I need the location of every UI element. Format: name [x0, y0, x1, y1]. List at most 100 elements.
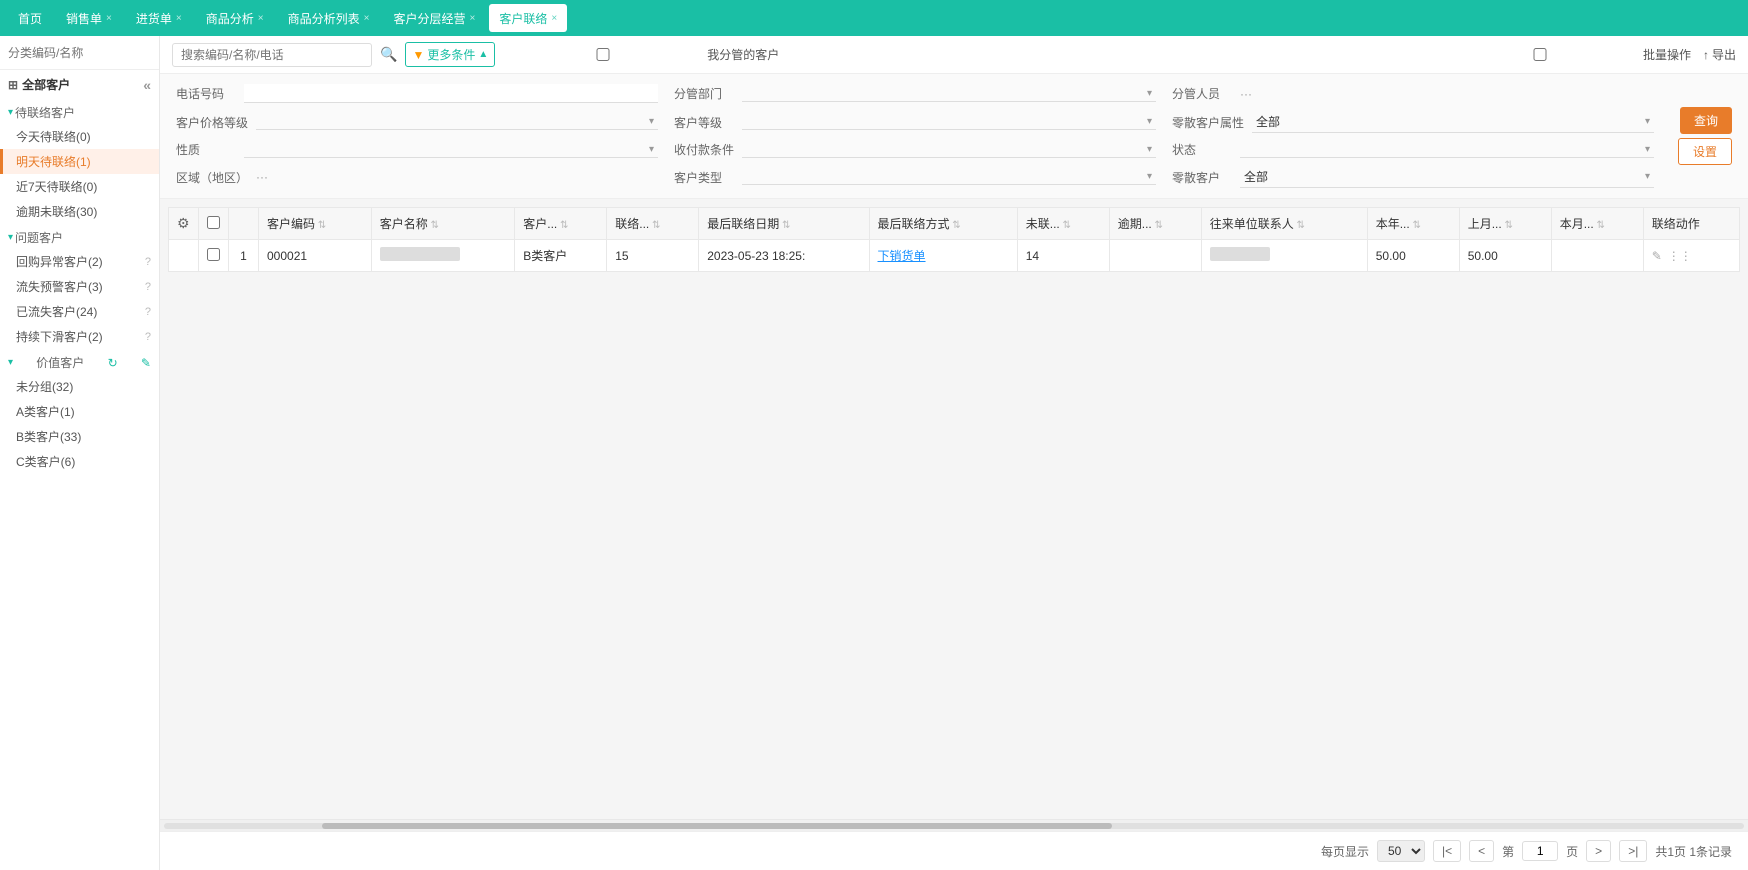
tab-product-list-close[interactable]: × [364, 13, 370, 24]
group-pending-contact[interactable]: 待联络客户 [0, 99, 159, 124]
sidebar-item-class-b[interactable]: B类客户(33) [0, 424, 159, 449]
nature-select[interactable]: ▾ [244, 142, 658, 158]
col-overdue-header[interactable]: 逾期... [1109, 208, 1201, 240]
sidebar-search-input[interactable] [8, 46, 160, 60]
my-customer-checkbox[interactable] [503, 48, 703, 61]
nav-tab-product-analysis[interactable]: 商品分析 × [196, 4, 274, 32]
batch-action-button[interactable]: 批量操作 [1440, 46, 1691, 63]
row-code[interactable]: 000021 [259, 240, 372, 272]
tab-customer-tier-close[interactable]: × [469, 13, 475, 24]
price-level-select[interactable]: ▾ [256, 114, 658, 130]
help-icon-0[interactable]: ? [145, 256, 151, 268]
col-no-contact-header[interactable]: 未联... [1017, 208, 1109, 240]
collapse-icon[interactable]: « [143, 77, 151, 93]
more-action-icon[interactable]: ⋮⋮ [1668, 249, 1692, 263]
col-contact-header[interactable]: 联络... [607, 208, 699, 240]
edit-icon[interactable]: ✎ [141, 356, 151, 370]
col-contact-person-header[interactable]: 往来单位联系人 [1201, 208, 1367, 240]
search-button[interactable]: 🔍 [380, 46, 397, 63]
person-label: 分管人员 [1172, 85, 1232, 102]
export-button[interactable]: ↑ 导出 [1703, 46, 1736, 63]
customer-table: ⚙ 客户编码 客户名称 客户... 联络... 最后联络日期 最后联络方式 未联… [168, 207, 1740, 272]
tab-customer-contact-close[interactable]: × [551, 13, 557, 24]
sidebar-item-repurchase-abnormal[interactable]: 回购异常客户(2) ? [0, 249, 159, 274]
search-input[interactable] [172, 43, 372, 67]
sidebar-all-customers[interactable]: ⊞ 全部客户 « [0, 70, 159, 99]
group-problem-customer[interactable]: 问题客户 [0, 224, 159, 249]
filter-buttons: 查询 设置 [1662, 84, 1732, 188]
set-button[interactable]: 设置 [1678, 138, 1732, 165]
nav-tab-sales[interactable]: 销售单 × [56, 4, 122, 32]
sidebar-item-declining[interactable]: 持续下滑客户(2) ? [0, 324, 159, 349]
col-name-header[interactable]: 客户名称 [371, 208, 515, 240]
retail-customer-caret: ▾ [1645, 171, 1650, 182]
sidebar-item-today-contact[interactable]: 今天待联络(0) [0, 124, 159, 149]
help-icon-2[interactable]: ? [145, 306, 151, 318]
nature-label: 性质 [176, 141, 236, 158]
retail-attr-select[interactable]: 全部 ▾ [1252, 111, 1654, 133]
tab-sales-close[interactable]: × [106, 13, 112, 24]
nav-tab-purchase[interactable]: 进货单 × [126, 4, 192, 32]
tab-product-analysis-close[interactable]: × [258, 13, 264, 24]
tab-purchase-close[interactable]: × [176, 13, 182, 24]
filter-retail-attr: 零散客户属性 全部 ▾ [1172, 111, 1654, 133]
per-page-select[interactable]: 50 [1377, 840, 1425, 862]
status-select[interactable]: ▾ [1240, 142, 1654, 158]
col-code-header[interactable]: 客户编码 [259, 208, 372, 240]
filter-person: 分管人员 ··· [1172, 85, 1654, 102]
tab-customer-contact-label: 客户联络 [499, 10, 547, 27]
customer-type-select[interactable]: ▾ [742, 169, 1156, 185]
edit-action-icon[interactable]: ✎ [1652, 249, 1662, 263]
row-name [371, 240, 515, 272]
col-last-way-header[interactable]: 最后联络方式 [869, 208, 1017, 240]
retail-customer-select[interactable]: 全部 ▾ [1240, 166, 1654, 188]
sidebar-item-tomorrow-contact[interactable]: 明天待联络(1) [0, 149, 159, 174]
nav-tab-customer-contact[interactable]: 客户联络 × [489, 4, 567, 32]
help-icon-1[interactable]: ? [145, 281, 151, 293]
last-page-btn[interactable]: >| [1619, 840, 1647, 862]
batch-checkbox[interactable] [1440, 48, 1640, 61]
dept-select[interactable]: ▾ [742, 86, 1156, 102]
scrollbar-thumb[interactable] [322, 823, 1112, 829]
sidebar-item-churned[interactable]: 已流失客户(24) ? [0, 299, 159, 324]
customer-level-select[interactable]: ▾ [742, 114, 1156, 130]
retail-attr-label: 零散客户属性 [1172, 114, 1244, 131]
pagination: 每页显示 50 |< < 第 页 > >| 共1页 1条记录 [160, 831, 1748, 870]
col-this-month-header[interactable]: 本月... [1551, 208, 1643, 240]
sidebar-item-ungrouped[interactable]: 未分组(32) [0, 374, 159, 399]
select-all-checkbox[interactable] [207, 216, 220, 229]
nav-tab-product-list[interactable]: 商品分析列表 × [278, 4, 380, 32]
sidebar-item-7days-contact[interactable]: 近7天待联络(0) [0, 174, 159, 199]
refresh-icon[interactable]: ↻ [108, 356, 118, 370]
page-number-input[interactable] [1522, 841, 1558, 861]
horizontal-scrollbar[interactable] [160, 819, 1748, 831]
prev-page-btn[interactable]: < [1469, 840, 1494, 862]
sidebar-item-churn-warning[interactable]: 流失预警客户(3) ? [0, 274, 159, 299]
col-last-month-header[interactable]: 上月... [1459, 208, 1551, 240]
nav-tab-customer-tier[interactable]: 客户分层经营 × [383, 4, 485, 32]
person-dots[interactable]: ··· [1240, 87, 1252, 101]
first-page-btn[interactable]: |< [1433, 840, 1461, 862]
row-checkbox[interactable] [207, 248, 220, 261]
query-button[interactable]: 查询 [1680, 107, 1732, 134]
last-way-link[interactable]: 下销货单 [878, 249, 926, 263]
more-filter-button[interactable]: ▼ 更多条件 ▲ [405, 42, 495, 67]
row-last-way[interactable]: 下销货单 [869, 240, 1017, 272]
help-icon-3[interactable]: ? [145, 331, 151, 343]
phone-input[interactable] [244, 84, 658, 103]
nav-home[interactable]: 首页 [8, 4, 52, 32]
payment-select[interactable]: ▾ [742, 142, 1156, 158]
row-last-date: 2023-05-23 18:25: [699, 240, 869, 272]
settings-gear-icon[interactable]: ⚙ [177, 215, 190, 231]
sidebar-item-class-a[interactable]: A类客户(1) [0, 399, 159, 424]
group-value-customer[interactable]: 价值客户 ↻ ✎ [0, 349, 159, 374]
region-dots[interactable]: ··· [256, 170, 268, 184]
col-last-date-header[interactable]: 最后联络日期 [699, 208, 869, 240]
grid-icon: ⊞ [8, 78, 18, 92]
col-this-year-header[interactable]: 本年... [1367, 208, 1459, 240]
my-customer-checkbox-area[interactable]: 我分管的客户 [503, 46, 779, 63]
col-level-header[interactable]: 客户... [515, 208, 607, 240]
sidebar-item-overdue-contact[interactable]: 逾期未联络(30) [0, 199, 159, 224]
next-page-btn[interactable]: > [1586, 840, 1611, 862]
sidebar-item-class-c[interactable]: C类客户(6) [0, 449, 159, 474]
